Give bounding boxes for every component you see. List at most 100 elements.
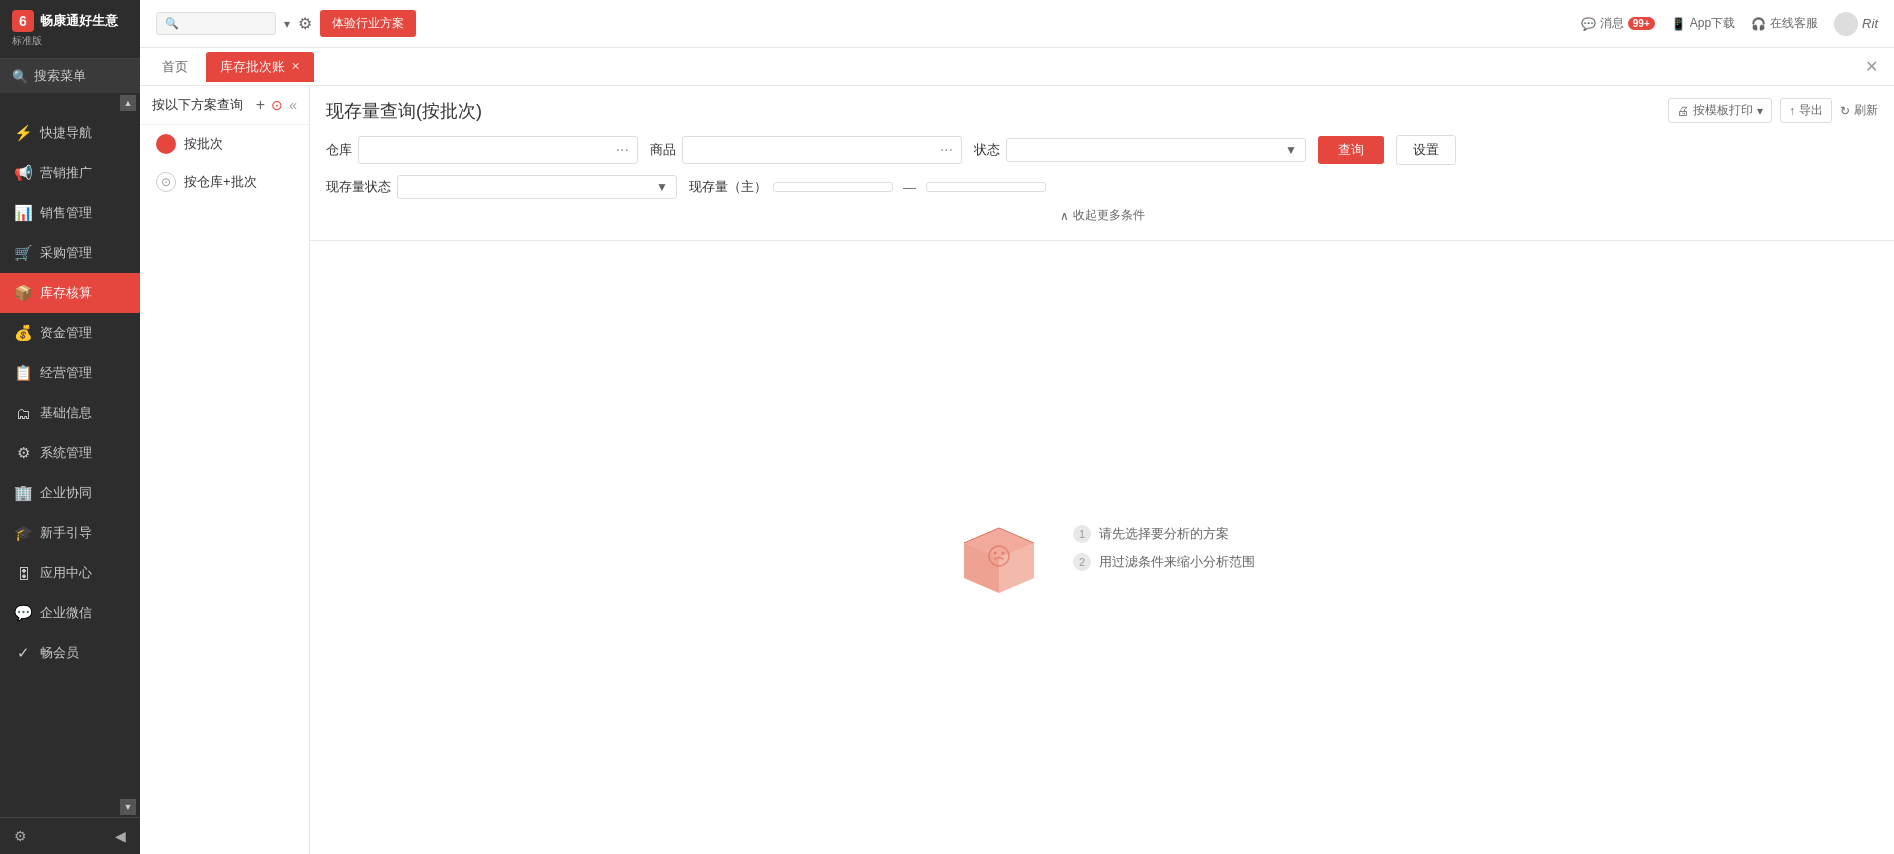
brand-edition: 标准版 xyxy=(12,34,128,48)
topbar-gear-icon[interactable]: ⚙ xyxy=(298,14,312,33)
warehouse-input[interactable]: ··· xyxy=(358,136,638,164)
scroll-down-arrow[interactable]: ▼ xyxy=(120,799,136,815)
sidebar-item-appcenter[interactable]: 🎛 应用中心 xyxy=(0,553,140,593)
scroll-up-arrow[interactable]: ▲ xyxy=(120,95,136,111)
quick-nav-icon: ⚡ xyxy=(14,124,32,142)
topbar-service[interactable]: 🎧 在线客服 xyxy=(1751,15,1818,32)
print-dropdown-icon: ▾ xyxy=(1757,104,1763,118)
plan-item-by-warehouse-batch[interactable]: ⊙ 按仓库+批次 xyxy=(140,163,309,201)
export-btn[interactable]: ↑ 导出 xyxy=(1780,98,1832,123)
warehouse-dots-icon[interactable]: ··· xyxy=(616,141,629,159)
collapse-up-icon: ∧ xyxy=(1060,209,1069,223)
sidebar-item-label: 畅会员 xyxy=(40,644,79,662)
sidebar-item-label: 企业协同 xyxy=(40,484,92,502)
stock-status-label: 现存量状态 xyxy=(326,178,391,196)
inventory-icon: 📦 xyxy=(14,284,32,302)
app-icon: 📱 xyxy=(1671,17,1686,31)
left-panel-title: 按以下方案查询 xyxy=(152,96,243,114)
topbar-search-box[interactable]: 🔍 xyxy=(156,12,276,35)
sidebar-collapse-icon[interactable]: ◀ xyxy=(115,828,126,844)
panel-close-icon[interactable]: ✕ xyxy=(1857,57,1886,76)
topbar-dropdown[interactable]: ▾ xyxy=(284,17,290,31)
tab-close-icon[interactable]: ✕ xyxy=(291,60,300,73)
topbar-msg-label: 消息 xyxy=(1600,15,1624,32)
sidebar-item-label: 营销推广 xyxy=(40,164,92,182)
main-area: 🔍 ▾ ⚙ 体验行业方案 💬 消息 99+ 📱 App下载 🎧 在线客服 xyxy=(140,0,1894,854)
tab-home-label: 首页 xyxy=(162,58,188,76)
plan-settings-icon[interactable]: ⊙ xyxy=(271,97,283,113)
msg-badge: 99+ xyxy=(1628,17,1655,30)
topbar-service-label: 在线客服 xyxy=(1770,15,1818,32)
sidebar-item-marketing[interactable]: 📢 营销推广 xyxy=(0,153,140,193)
stock-qty-label: 现存量（主） xyxy=(689,178,767,196)
sidebar-header: 6 畅康通好生意 标准版 xyxy=(0,0,140,59)
sidebar-item-quick-nav[interactable]: ⚡ 快捷导航 xyxy=(0,113,140,153)
refresh-btn[interactable]: ↻ 刷新 xyxy=(1840,102,1878,119)
tab-batch-account[interactable]: 库存批次账 ✕ xyxy=(206,52,314,82)
enterprise-icon: 🏢 xyxy=(14,484,32,502)
filter-row-1: 仓库 ··· 商品 ··· 状态 xyxy=(326,135,1878,165)
topbar-msg[interactable]: 💬 消息 99+ xyxy=(1581,15,1655,32)
topbar-user-label: Rit xyxy=(1862,16,1878,31)
sidebar-settings-icon[interactable]: ⚙ xyxy=(14,828,27,844)
sidebar-item-corpwechat[interactable]: 💬 企业微信 xyxy=(0,593,140,633)
sidebar-item-finance[interactable]: 💰 资金管理 xyxy=(0,313,140,353)
topbar-search-icon: 🔍 xyxy=(165,17,179,30)
tip-num-2: 2 xyxy=(1073,553,1091,571)
content-body: 1 请先选择要分析的方案 2 用过滤条件来缩小分析范围 xyxy=(310,241,1894,854)
goods-input[interactable]: ··· xyxy=(682,136,962,164)
stock-qty-from[interactable] xyxy=(773,182,893,192)
service-icon: 🎧 xyxy=(1751,17,1766,31)
stock-qty-dash: — xyxy=(899,180,920,195)
plan-item-by-batch[interactable]: ⊙ 按批次 xyxy=(140,125,309,163)
status-filter: 状态 ▼ xyxy=(974,138,1306,162)
plan-label-by-batch: 按批次 xyxy=(184,135,223,153)
plan-icon-warehouse-batch: ⊙ xyxy=(156,172,176,192)
trial-btn[interactable]: 体验行业方案 xyxy=(320,10,416,37)
goods-dots-icon[interactable]: ··· xyxy=(940,141,953,159)
empty-illustration xyxy=(949,498,1049,598)
sidebar-item-basics[interactable]: 🗂 基础信息 xyxy=(0,393,140,433)
brand-name: 畅康通好生意 xyxy=(40,12,118,30)
sidebar-item-label: 快捷导航 xyxy=(40,124,92,142)
collapse-panel-icon[interactable]: « xyxy=(289,97,297,113)
status-dropdown[interactable]: ▼ xyxy=(1006,138,1306,162)
sidebar-item-members[interactable]: ✓ 畅会员 xyxy=(0,633,140,673)
export-btn-label: 导出 xyxy=(1799,102,1823,119)
tab-home[interactable]: 首页 xyxy=(148,52,202,82)
sidebar-item-enterprise[interactable]: 🏢 企业协同 xyxy=(0,473,140,513)
sidebar-item-label: 新手引导 xyxy=(40,524,92,542)
print-btn[interactable]: 🖨 按模板打印 ▾ xyxy=(1668,98,1772,123)
collapse-row[interactable]: ∧ 收起更多条件 xyxy=(326,199,1878,232)
sidebar-item-system[interactable]: ⚙ 系统管理 xyxy=(0,433,140,473)
stock-status-arrow-icon: ▼ xyxy=(656,180,668,194)
sidebar-search[interactable]: 🔍 搜索菜单 xyxy=(0,59,140,93)
topbar-app[interactable]: 📱 App下载 xyxy=(1671,15,1735,32)
print-icon: 🖨 xyxy=(1677,104,1689,118)
topbar-app-label: App下载 xyxy=(1690,15,1735,32)
page-header-top: 现存量查询(按批次) 🖨 按模板打印 ▾ ↑ 导出 ↻ xyxy=(326,98,1878,123)
tip-text-2: 用过滤条件来缩小分析范围 xyxy=(1099,553,1255,571)
basics-icon: 🗂 xyxy=(14,404,32,422)
page-header: 现存量查询(按批次) 🖨 按模板打印 ▾ ↑ 导出 ↻ xyxy=(310,86,1894,241)
stock-status-dropdown[interactable]: ▼ xyxy=(397,175,677,199)
sidebar-item-newbie[interactable]: 🎓 新手引导 xyxy=(0,513,140,553)
stock-status-filter: 现存量状态 ▼ xyxy=(326,175,677,199)
stock-qty-to[interactable] xyxy=(926,182,1046,192)
add-plan-icon[interactable]: + xyxy=(256,96,265,114)
topbar-user[interactable]: Rit xyxy=(1834,12,1878,36)
sidebar-item-operations[interactable]: 📋 经营管理 xyxy=(0,353,140,393)
sidebar-item-inventory[interactable]: 📦 库存核算 xyxy=(0,273,140,313)
sidebar-item-sales[interactable]: 📊 销售管理 xyxy=(0,193,140,233)
sidebar-item-label: 资金管理 xyxy=(40,324,92,342)
tip-num-1: 1 xyxy=(1073,525,1091,543)
sidebar-search-label: 搜索菜单 xyxy=(34,67,86,85)
status-label: 状态 xyxy=(974,141,1000,159)
corpwechat-icon: 💬 xyxy=(14,604,32,622)
sidebar-item-purchase[interactable]: 🛒 采购管理 xyxy=(0,233,140,273)
topbar-right: 💬 消息 99+ 📱 App下载 🎧 在线客服 Rit xyxy=(1581,12,1878,36)
empty-state: 1 请先选择要分析的方案 2 用过滤条件来缩小分析范围 xyxy=(949,498,1255,598)
page-title: 现存量查询(按批次) xyxy=(326,99,482,123)
settings-btn[interactable]: 设置 xyxy=(1396,135,1456,165)
query-btn[interactable]: 查询 xyxy=(1318,136,1384,164)
